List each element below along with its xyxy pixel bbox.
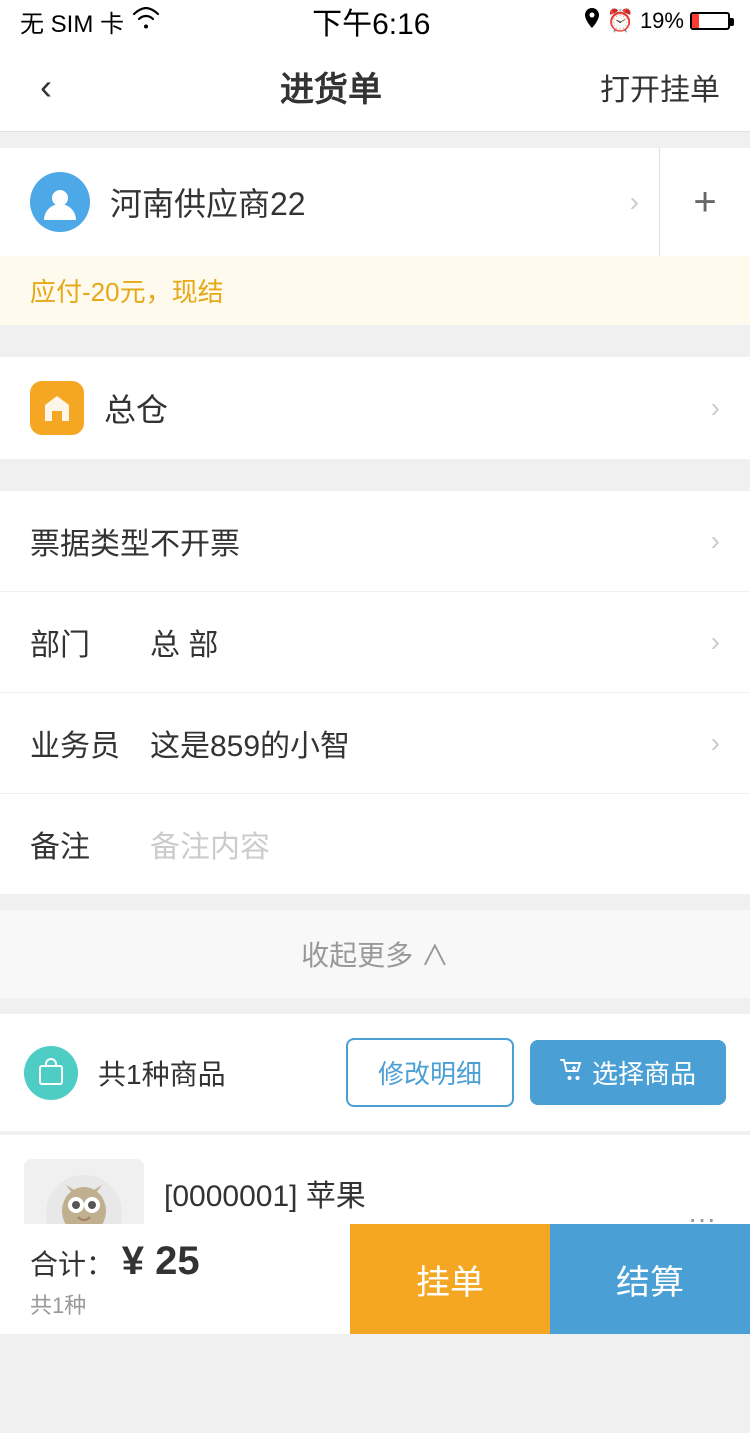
wifi-icon: [132, 7, 160, 36]
open-hang-button[interactable]: 打开挂单: [600, 65, 720, 109]
remark-row[interactable]: 备注 备注内容: [0, 794, 750, 894]
divider-1: [0, 132, 750, 148]
bottom-bar: 合计： ¥ 25 共1种 挂单 结算: [0, 1224, 750, 1334]
warehouse-icon: [30, 381, 84, 435]
total-count: 共1种: [30, 1288, 320, 1320]
total-label: 合计：: [30, 1249, 114, 1280]
total-section: 合计： ¥ 25 共1种: [0, 1239, 350, 1320]
supplier-avatar: [30, 172, 90, 232]
back-button[interactable]: ‹: [30, 56, 62, 118]
product-name: [0000001] 苹果: [164, 1171, 678, 1215]
dept-value: 总 部: [150, 620, 701, 664]
select-product-button[interactable]: 选择商品: [530, 1040, 726, 1105]
product-header: 共1种商品 修改明细 选择商品: [0, 1014, 750, 1131]
dept-chevron-icon: ›: [711, 626, 720, 658]
status-right: ⏰ 19%: [583, 7, 730, 35]
status-bar: 无 SIM 卡 下午6:16 ⏰ 19%: [0, 0, 750, 42]
total-row: 合计： ¥ 25: [30, 1239, 320, 1284]
divider-2: [0, 325, 750, 341]
edit-detail-button[interactable]: 修改明细: [346, 1038, 514, 1107]
supplier-chevron-icon: ›: [630, 186, 639, 218]
divider-3: [0, 459, 750, 475]
sales-chevron-icon: ›: [711, 727, 720, 759]
total-amount: ¥ 25: [122, 1239, 200, 1283]
warehouse-select[interactable]: 总仓 ›: [0, 357, 750, 459]
product-count: 共1种商品: [98, 1053, 346, 1093]
sales-row[interactable]: 业务员 这是859的小智 ›: [0, 693, 750, 794]
nav-bar: ‹ 进货单 打开挂单: [0, 42, 750, 132]
invoice-value: 不开票: [150, 519, 701, 563]
remark-label: 备注: [30, 822, 150, 866]
carrier-text: 无 SIM 卡: [20, 4, 124, 39]
collapse-button[interactable]: 收起更多 ∧: [0, 910, 750, 998]
dept-label: 部门: [30, 620, 150, 664]
checkout-button[interactable]: 结算: [550, 1224, 750, 1334]
hang-button[interactable]: 挂单: [350, 1224, 550, 1334]
notice-bar: 应付-20元，现结: [0, 256, 750, 325]
location-icon: [583, 7, 601, 35]
dept-row[interactable]: 部门 总 部 ›: [0, 592, 750, 693]
sales-label: 业务员: [30, 721, 150, 765]
warehouse-chevron-icon: ›: [711, 392, 720, 424]
alarm-icon: ⏰: [607, 8, 634, 34]
warehouse-name: 总仓: [104, 385, 701, 431]
product-icon: [24, 1046, 78, 1100]
page-title: 进货单: [280, 62, 382, 111]
select-product-label: 选择商品: [592, 1054, 696, 1091]
supplier-section: 河南供应商22 › +: [0, 148, 750, 256]
status-time: 下午6:16: [312, 0, 430, 43]
invoice-label: 票据类型: [30, 519, 150, 563]
battery-percent: 19%: [640, 8, 684, 34]
supplier-select[interactable]: 河南供应商22 ›: [0, 148, 660, 256]
form-section: 票据类型 不开票 › 部门 总 部 › 业务员 这是859的小智 › 备注 备注…: [0, 491, 750, 894]
sales-value: 这是859的小智: [150, 721, 701, 765]
cart-icon: [560, 1057, 584, 1088]
remark-input[interactable]: 备注内容: [150, 822, 720, 866]
invoice-row[interactable]: 票据类型 不开票 ›: [0, 491, 750, 592]
status-left: 无 SIM 卡: [20, 4, 160, 39]
supplier-name: 河南供应商22: [110, 179, 620, 225]
invoice-chevron-icon: ›: [711, 525, 720, 557]
supplier-add-button[interactable]: +: [660, 148, 750, 256]
battery-icon: [690, 12, 730, 30]
